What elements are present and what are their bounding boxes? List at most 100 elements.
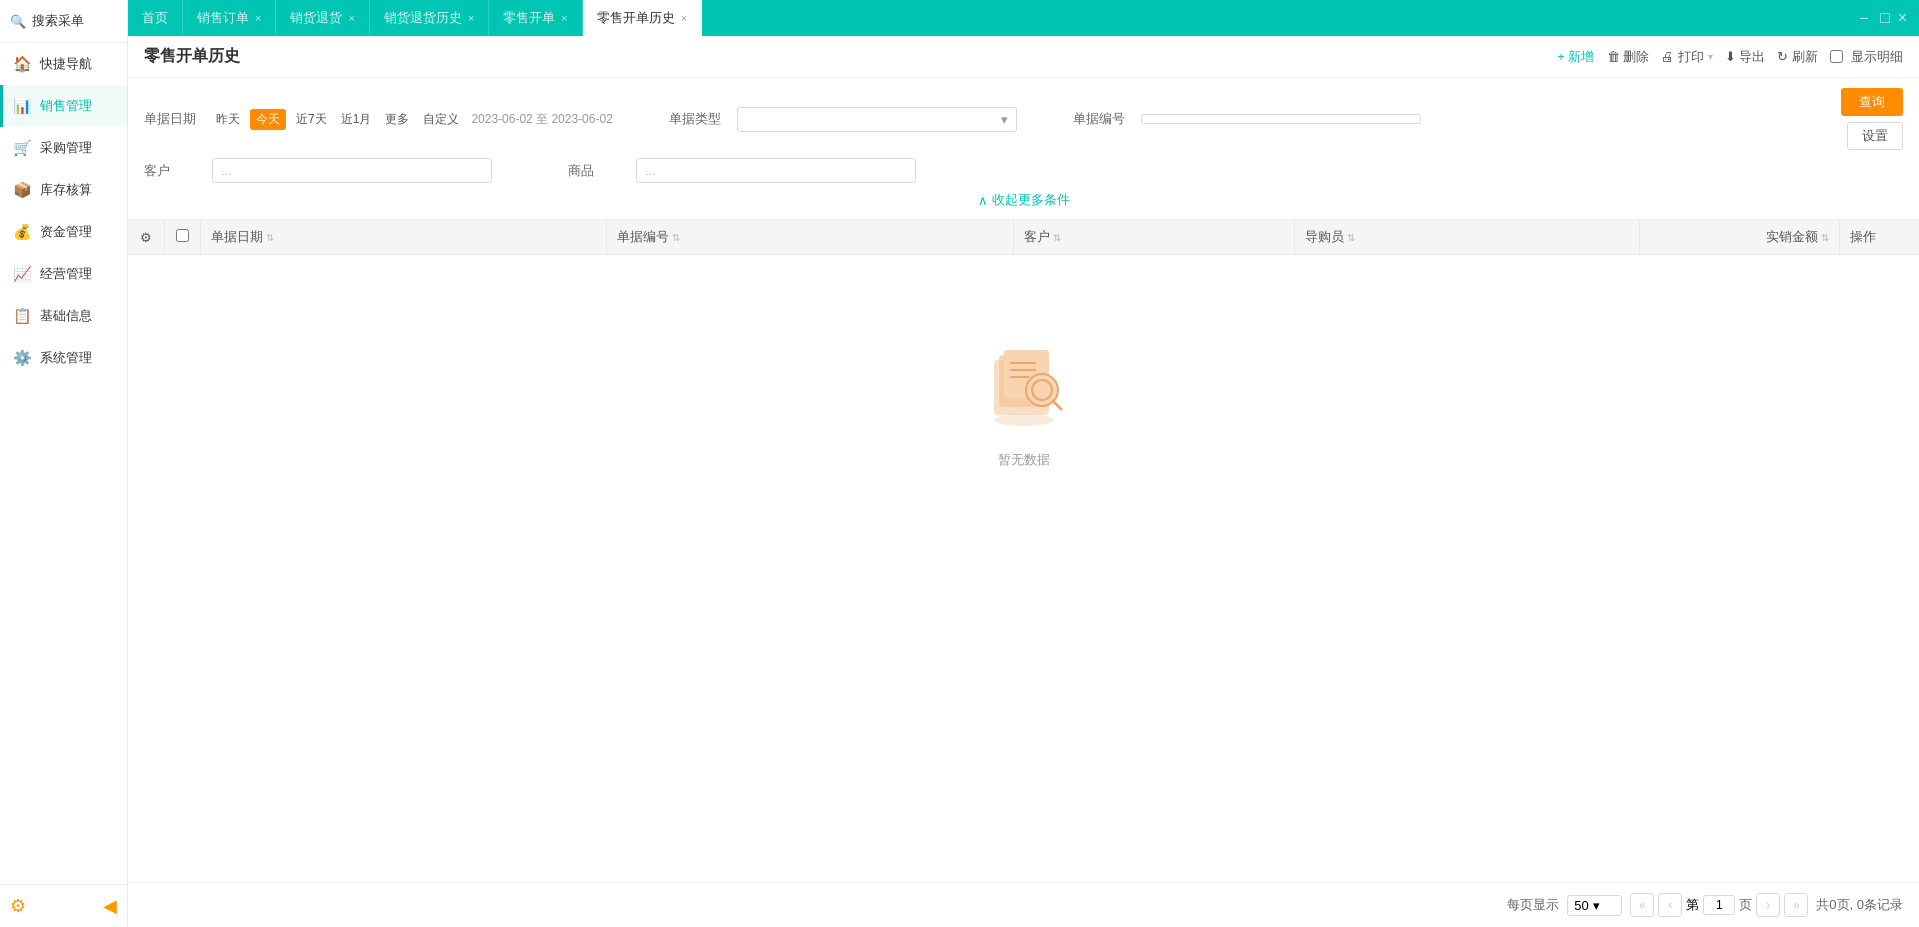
sidebar-item-finance[interactable]: 💰 资金管理 (0, 211, 127, 253)
sidebar-item-label: 基础信息 (40, 307, 92, 325)
sidebar-item-label: 采购管理 (40, 139, 92, 157)
table-settings-icon[interactable]: ⚙ (140, 230, 152, 245)
sidebar-footer: ⚙ ◀ (0, 884, 127, 927)
tab-retail-open-close[interactable]: × (561, 12, 567, 24)
print-button[interactable]: 🖨 打印 ▾ (1661, 48, 1713, 66)
display-detail-checkbox[interactable] (1830, 50, 1843, 63)
tab-sales-return-label: 销货退货 (290, 9, 342, 27)
th-date-label: 单据日期 (211, 228, 263, 246)
date-filter-item: 单据日期 昨天 今天 近7天 近1月 更多 自定义 2023-06-02 至 2… (144, 109, 613, 130)
filter-area: 单据日期 昨天 今天 近7天 近1月 更多 自定义 2023-06-02 至 2… (128, 78, 1919, 220)
data-table: ⚙ 单据日期 ⇅ 单据编号 (128, 220, 1919, 549)
date-more-btn[interactable]: 更多 (381, 109, 413, 130)
doc-type-filter-item: 单据类型 ▾ (669, 107, 1017, 132)
svg-point-0 (994, 414, 1054, 426)
date-7days-btn[interactable]: 近7天 (292, 109, 331, 130)
amount-sort-icon[interactable]: ⇅ (1821, 232, 1829, 243)
customer-input[interactable]: ... (212, 158, 492, 183)
date-sort-icon[interactable]: ⇅ (266, 232, 274, 243)
page-title: 零售开单历史 (144, 46, 240, 67)
next-page-btn[interactable]: › (1756, 893, 1780, 917)
tab-sales-return-history-close[interactable]: × (468, 12, 474, 24)
th-checkbox[interactable] (164, 220, 200, 255)
customer-sort-icon[interactable]: ⇅ (1053, 232, 1061, 243)
doc-no-filter-item: 单据编号 (1073, 110, 1421, 128)
tab-sales-return-history[interactable]: 销货退货历史 × (370, 0, 489, 36)
doc-type-select[interactable]: ▾ (737, 107, 1017, 132)
sidebar-item-quick-nav[interactable]: 🏠 快捷导航 (0, 43, 127, 85)
close-window-btn[interactable]: × (1898, 9, 1907, 27)
delete-button[interactable]: 🗑 删除 (1607, 48, 1650, 66)
tab-sales-order[interactable]: 销售订单 × (183, 0, 276, 36)
tab-sales-return[interactable]: 销货退货 × (276, 0, 369, 36)
pagination-nav: « ‹ 第 页 › » (1630, 893, 1808, 917)
tab-sales-order-label: 销售订单 (197, 9, 249, 27)
date-today-btn[interactable]: 今天 (250, 109, 286, 130)
prev-page-btn[interactable]: ‹ (1658, 893, 1682, 917)
doc-no-sort-icon[interactable]: ⇅ (672, 232, 680, 243)
first-page-btn[interactable]: « (1630, 893, 1654, 917)
search-icon: 🔍 (10, 14, 26, 29)
last-page-btn[interactable]: » (1784, 893, 1808, 917)
settings-button[interactable]: 设置 (1847, 122, 1903, 150)
th-actions-label: 操作 (1850, 229, 1876, 244)
sidebar-item-sales-mgmt[interactable]: 📊 销售管理 (0, 85, 127, 127)
page-input[interactable] (1703, 895, 1735, 915)
sidebar-item-system-mgmt[interactable]: ⚙️ 系统管理 (0, 337, 127, 379)
query-button[interactable]: 查询 (1841, 88, 1903, 116)
maximize-btn[interactable]: □ (1880, 9, 1890, 27)
sidebar-menu: 🏠 快捷导航 📊 销售管理 🛒 采购管理 📦 库存核算 💰 资金管理 📈 经营管… (0, 43, 127, 884)
sidebar: 🔍 搜索采单 🏠 快捷导航 📊 销售管理 🛒 采购管理 📦 库存核算 💰 资金管… (0, 0, 128, 927)
tab-retail-history-close[interactable]: × (681, 12, 687, 24)
doc-no-input[interactable] (1141, 114, 1421, 124)
goods-input[interactable]: ... (636, 158, 916, 183)
doc-type-dropdown-icon: ▾ (1001, 112, 1008, 127)
select-all-checkbox[interactable] (176, 229, 189, 242)
settings-footer-icon[interactable]: ⚙ (10, 895, 26, 917)
date-custom-btn[interactable]: 自定义 (419, 109, 463, 130)
page-suffix: 页 (1739, 896, 1752, 914)
sidebar-search[interactable]: 🔍 搜索采单 (0, 0, 127, 43)
th-guide: 导购员 ⇅ (1295, 220, 1639, 255)
sidebar-item-operations[interactable]: 📈 经营管理 (0, 253, 127, 295)
print-dropdown-icon[interactable]: ▾ (1708, 51, 1713, 62)
goods-filter-item: 商品 ... (568, 158, 916, 183)
th-settings[interactable]: ⚙ (128, 220, 164, 255)
add-label: + 新增 (1557, 48, 1594, 66)
inventory-icon: 📦 (13, 181, 32, 199)
per-page-select[interactable]: 50 ▾ (1567, 895, 1622, 916)
system-icon: ⚙️ (13, 349, 32, 367)
tab-home[interactable]: 首页 (128, 0, 183, 36)
export-label: ⬇ 导出 (1725, 48, 1766, 66)
tab-sales-return-close[interactable]: × (348, 12, 354, 24)
sidebar-search-label: 搜索采单 (32, 12, 84, 30)
add-button[interactable]: + 新增 (1557, 48, 1594, 66)
date-yesterday-btn[interactable]: 昨天 (212, 109, 244, 130)
display-detail-label: 显示明细 (1851, 48, 1903, 66)
refresh-button[interactable]: ↻ 刷新 (1777, 48, 1818, 66)
pagination: 每页显示 50 ▾ « ‹ 第 页 › » 共0页, 0条记录 (128, 882, 1919, 927)
goods-label: 商品 (568, 162, 628, 180)
export-button[interactable]: ⬇ 导出 (1725, 48, 1766, 66)
sidebar-item-base-info[interactable]: 📋 基础信息 (0, 295, 127, 337)
tab-sales-order-close[interactable]: × (255, 12, 261, 24)
tab-retail-open-label: 零售开单 (503, 9, 555, 27)
sidebar-item-inventory[interactable]: 📦 库存核算 (0, 169, 127, 211)
minimize-btn[interactable]: － (1856, 8, 1872, 29)
tab-home-label: 首页 (142, 9, 168, 27)
page-header: 零售开单历史 + 新增 🗑 删除 🖨 打印 ▾ ⬇ 导出 ↻ 刷新 (128, 36, 1919, 78)
display-detail-toggle[interactable]: 显示明细 (1830, 48, 1903, 66)
sidebar-item-purchase-mgmt[interactable]: 🛒 采购管理 (0, 127, 127, 169)
tab-retail-history[interactable]: 零售开单历史 × (583, 0, 702, 36)
per-page-dropdown-icon: ▾ (1593, 898, 1600, 913)
collapse-sidebar-icon[interactable]: ◀ (103, 895, 117, 917)
doc-type-label: 单据类型 (669, 110, 729, 128)
empty-illustration (974, 335, 1074, 435)
date-1month-btn[interactable]: 近1月 (337, 109, 376, 130)
sidebar-item-label: 库存核算 (40, 181, 92, 199)
tab-retail-open[interactable]: 零售开单 × (489, 0, 582, 36)
guide-sort-icon[interactable]: ⇅ (1347, 232, 1355, 243)
svg-line-9 (1053, 401, 1061, 409)
filter-row-1: 单据日期 昨天 今天 近7天 近1月 更多 自定义 2023-06-02 至 2… (144, 88, 1903, 150)
collapse-filter-btn[interactable]: ∧ 收起更多条件 (144, 191, 1903, 209)
